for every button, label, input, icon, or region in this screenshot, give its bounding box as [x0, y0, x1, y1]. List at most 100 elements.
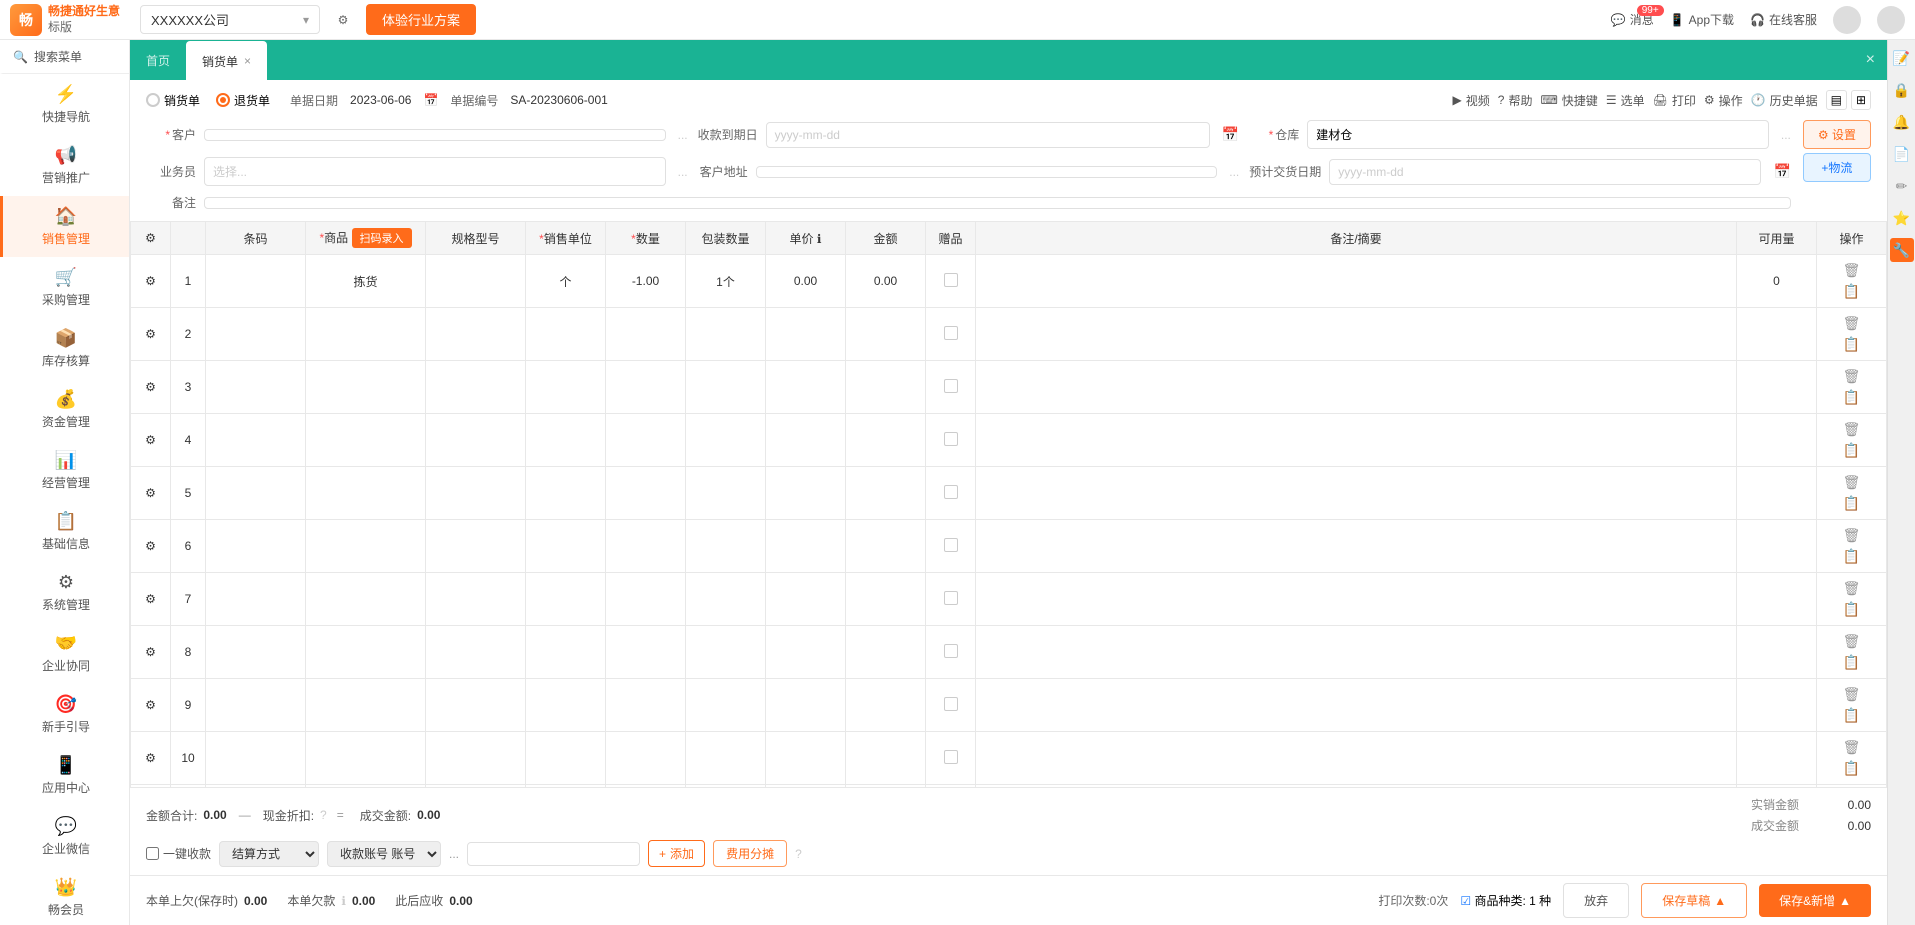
copy-row-4-btn[interactable]: 📋	[1839, 440, 1864, 461]
copy-row-1-btn[interactable]: 📋	[1839, 281, 1864, 302]
td-spec-10[interactable]	[426, 732, 526, 785]
note-input[interactable]	[204, 197, 1791, 209]
td-unit-6[interactable]	[526, 520, 606, 573]
td-unit-9[interactable]	[526, 679, 606, 732]
td-amount-2[interactable]	[846, 308, 926, 361]
td-gift-8[interactable]	[926, 626, 976, 679]
gift-checkbox-10[interactable]	[944, 750, 958, 764]
td-unit-2[interactable]	[526, 308, 606, 361]
td-pkg-10[interactable]	[686, 732, 766, 785]
td-goods-3[interactable]	[306, 361, 426, 414]
delete-row-3-btn[interactable]: 🗑	[1839, 366, 1865, 387]
sidebar-item-finance[interactable]: 💰 资金管理	[0, 379, 129, 440]
td-barcode-2[interactable]	[206, 308, 306, 361]
rt-note-icon[interactable]: 📝	[1890, 46, 1914, 70]
online-service-btn[interactable]: 🎧 在线客服	[1750, 11, 1817, 28]
td-goods-9[interactable]	[306, 679, 426, 732]
payment-account-select[interactable]: 收款账号 账号	[327, 841, 441, 867]
message-btn[interactable]: 💬 消息 99+	[1611, 11, 1654, 28]
gift-checkbox-4[interactable]	[944, 432, 958, 446]
td-unit-1[interactable]: 个	[526, 255, 606, 308]
td-goods-6[interactable]	[306, 520, 426, 573]
setup-button[interactable]: ⚙ 设置	[1803, 120, 1871, 149]
logistics-button[interactable]: +物流	[1803, 153, 1871, 182]
td-spec-6[interactable]	[426, 520, 526, 573]
payment-dots[interactable]: ...	[449, 847, 459, 861]
td-price-2[interactable]	[766, 308, 846, 361]
td-goods-2[interactable]	[306, 308, 426, 361]
td-settings-5[interactable]: ⚙	[131, 467, 171, 520]
customer-input[interactable]	[204, 129, 666, 141]
goods-type-checkbox[interactable]: ☑	[1460, 894, 1471, 908]
td-gift-6[interactable]	[926, 520, 976, 573]
copy-row-10-btn[interactable]: 📋	[1839, 758, 1864, 779]
td-barcode-5[interactable]	[206, 467, 306, 520]
td-price-1[interactable]: 0.00	[766, 255, 846, 308]
sidebar-item-member[interactable]: 👑 畅会员	[0, 867, 129, 925]
copy-row-5-btn[interactable]: 📋	[1839, 493, 1864, 514]
td-qty-10[interactable]	[606, 732, 686, 785]
payment-amount-input[interactable]	[467, 842, 640, 866]
td-gift-10[interactable]	[926, 732, 976, 785]
expense-split-btn[interactable]: 费用分摊	[713, 840, 787, 867]
rt-lock-icon[interactable]: 🔒	[1890, 78, 1914, 102]
scan-button[interactable]: 扫码录入	[352, 228, 412, 248]
avatar[interactable]	[1833, 6, 1861, 34]
td-remark-9[interactable]	[976, 679, 1737, 732]
td-settings-7[interactable]: ⚙	[131, 573, 171, 626]
td-settings-6[interactable]: ⚙	[131, 520, 171, 573]
sidebar-item-purchase[interactable]: 🛒 采购管理	[0, 257, 129, 318]
td-amount-6[interactable]	[846, 520, 926, 573]
td-pkg-6[interactable]	[686, 520, 766, 573]
delete-row-1-btn[interactable]: 🗑	[1839, 260, 1865, 281]
sidebar-item-system[interactable]: ⚙ 系统管理	[0, 562, 129, 623]
sidebar-item-sales[interactable]: 🏠 销售管理	[0, 196, 129, 257]
td-price-5[interactable]	[766, 467, 846, 520]
sidebar-item-operations[interactable]: 📊 经营管理	[0, 440, 129, 501]
due-date-input[interactable]: yyyy-mm-dd	[766, 122, 1210, 148]
td-price-9[interactable]	[766, 679, 846, 732]
td-pkg-5[interactable]	[686, 467, 766, 520]
td-amount-10[interactable]	[846, 732, 926, 785]
td-amount-3[interactable]	[846, 361, 926, 414]
td-remark-10[interactable]	[976, 732, 1737, 785]
help-btn[interactable]: ? 帮助	[1498, 92, 1533, 109]
trial-button[interactable]: 体验行业方案	[366, 4, 476, 35]
td-barcode-3[interactable]	[206, 361, 306, 414]
td-barcode-4[interactable]	[206, 414, 306, 467]
gift-checkbox-7[interactable]	[944, 591, 958, 605]
td-qty-1[interactable]: -1.00	[606, 255, 686, 308]
td-pkg-9[interactable]	[686, 679, 766, 732]
td-pkg-4[interactable]	[686, 414, 766, 467]
td-spec-4[interactable]	[426, 414, 526, 467]
salesperson-input[interactable]: 选择...	[204, 157, 666, 186]
td-remark-4[interactable]	[976, 414, 1737, 467]
settings-icon-btn[interactable]: ⚙	[328, 5, 358, 35]
td-spec-3[interactable]	[426, 361, 526, 414]
tab-bar-close-icon[interactable]: ×	[1866, 51, 1875, 69]
td-unit-10[interactable]	[526, 732, 606, 785]
expected-date-input[interactable]: yyyy-mm-dd	[1329, 159, 1761, 185]
td-goods-8[interactable]	[306, 626, 426, 679]
sidebar-item-wechat[interactable]: 💬 企业微信	[0, 806, 129, 867]
td-remark-2[interactable]	[976, 308, 1737, 361]
radio-return[interactable]: 退货单	[216, 92, 270, 109]
td-goods-5[interactable]	[306, 467, 426, 520]
td-amount-4[interactable]	[846, 414, 926, 467]
video-btn[interactable]: ▶ 视频	[1453, 92, 1490, 109]
td-remark-8[interactable]	[976, 626, 1737, 679]
td-barcode-8[interactable]	[206, 626, 306, 679]
td-spec-5[interactable]	[426, 467, 526, 520]
tab-home[interactable]: 首页	[130, 40, 186, 80]
td-gift-1[interactable]	[926, 255, 976, 308]
td-spec-1[interactable]	[426, 255, 526, 308]
th-settings[interactable]: ⚙	[131, 222, 171, 255]
td-gift-2[interactable]	[926, 308, 976, 361]
td-amount-1[interactable]: 0.00	[846, 255, 926, 308]
td-price-7[interactable]	[766, 573, 846, 626]
delete-row-10-btn[interactable]: 🗑	[1839, 737, 1865, 758]
expense-question-icon[interactable]: ?	[795, 847, 802, 861]
td-remark-5[interactable]	[976, 467, 1737, 520]
warehouse-dots[interactable]: ...	[1781, 128, 1791, 142]
td-unit-3[interactable]	[526, 361, 606, 414]
